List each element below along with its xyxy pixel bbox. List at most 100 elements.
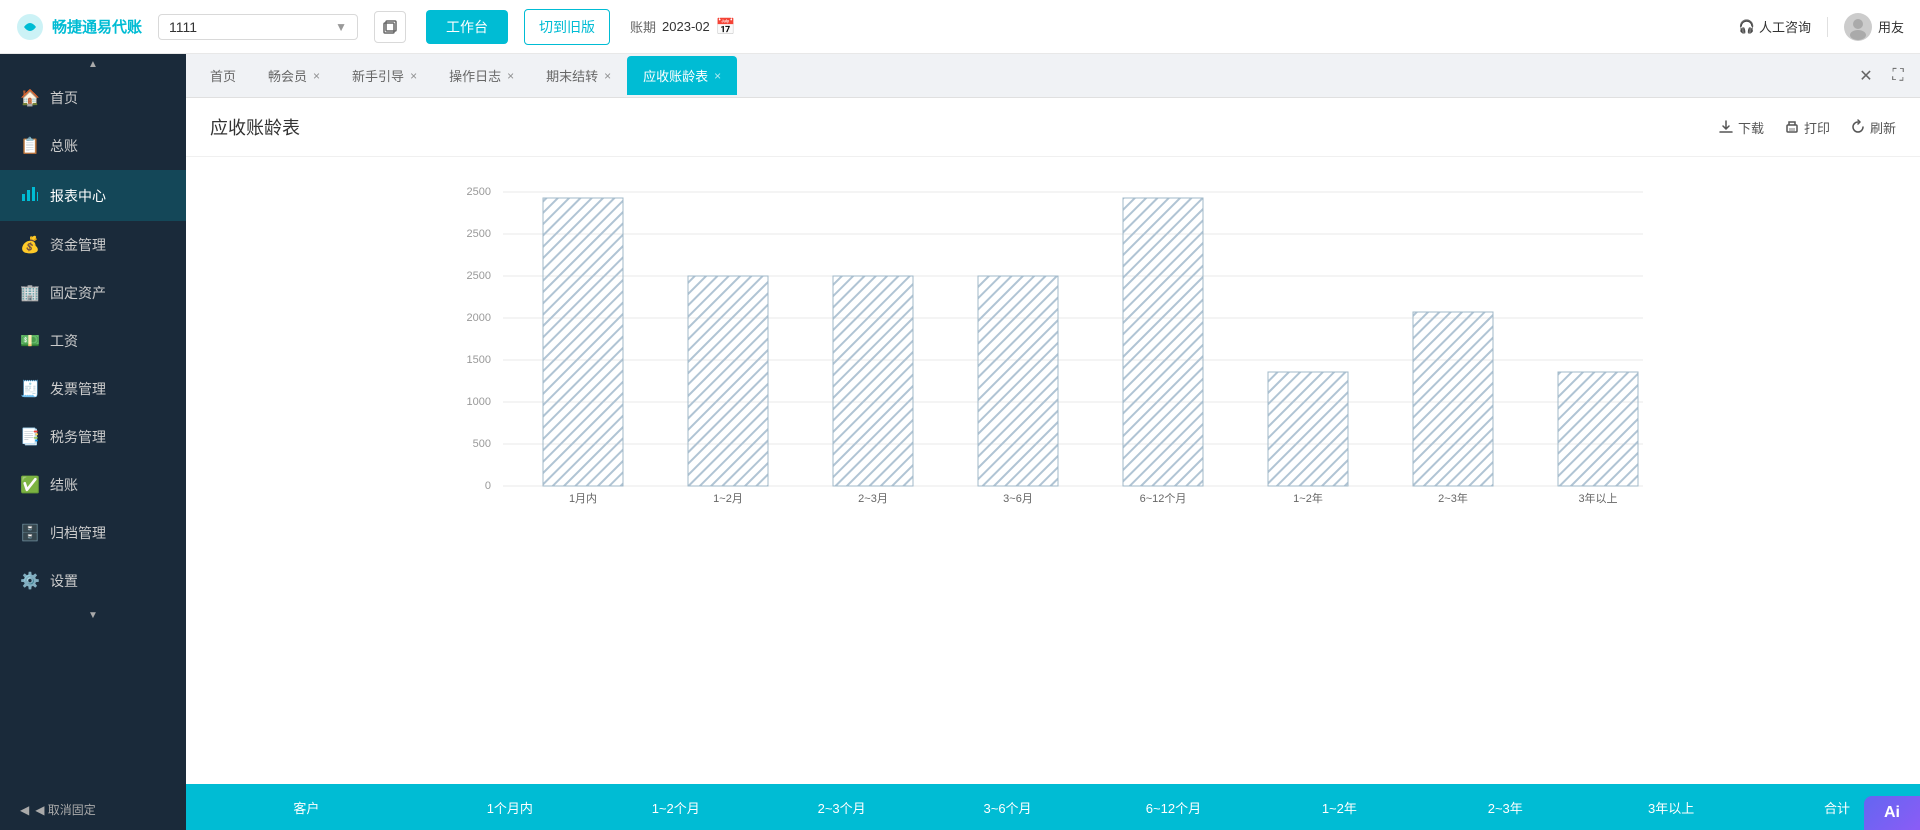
tab-member[interactable]: 畅会员 × — [252, 56, 336, 95]
th-2-3month: 2~3个月 — [759, 786, 925, 829]
th-3year-plus: 3年以上 — [1588, 786, 1754, 829]
avatar — [1844, 13, 1872, 41]
sidebar-label-archive: 归档管理 — [50, 523, 106, 543]
headset-icon: 🎧 — [1739, 19, 1755, 35]
print-icon — [1784, 119, 1800, 135]
logo[interactable]: 畅捷通易代账 — [16, 13, 142, 41]
th-3-6month: 3~6个月 — [925, 786, 1091, 829]
logo-icon — [16, 13, 44, 41]
th-1month: 1个月内 — [427, 786, 593, 829]
tab-period[interactable]: 期末结转 × — [530, 56, 627, 95]
sidebar-label-close: 结账 — [50, 475, 78, 495]
sidebar-label-invoice: 发票管理 — [50, 379, 106, 399]
sidebar-scroll-down[interactable]: ▼ — [0, 605, 186, 625]
app-title: 畅捷通易代账 — [52, 16, 142, 37]
content-area: 首页 畅会员 × 新手引导 × 操作日志 × 期末结转 × 应收账龄表 × — [186, 54, 1920, 830]
user-info[interactable]: 用友 — [1844, 13, 1904, 41]
svg-text:1~2年: 1~2年 — [1293, 491, 1323, 505]
tabs-actions: ✕ ⛶ — [1852, 62, 1912, 90]
refresh-button[interactable]: 刷新 — [1850, 118, 1896, 137]
tabs-bar: 首页 畅会员 × 新手引导 × 操作日志 × 期末结转 × 应收账龄表 × — [186, 54, 1920, 98]
period-label: 账期 — [630, 17, 656, 36]
tab-aging-close[interactable]: × — [714, 69, 721, 83]
tab-period-close[interactable]: × — [604, 69, 611, 83]
company-selector[interactable]: 1111 ▼ — [158, 14, 358, 40]
close-all-button[interactable]: ✕ — [1852, 62, 1880, 90]
sidebar-scroll-up[interactable]: ▲ — [0, 54, 186, 74]
tab-guide-close[interactable]: × — [410, 69, 417, 83]
download-button[interactable]: 下载 — [1718, 118, 1764, 137]
calendar-icon[interactable]: 📅 — [716, 17, 736, 37]
sidebar-item-finance[interactable]: 💰 资金管理 — [0, 221, 186, 269]
sidebar-item-assets[interactable]: 🏢 固定资产 — [0, 269, 186, 317]
sidebar-footer[interactable]: ◀︎ ◀︎ 取消固定 — [0, 789, 186, 830]
refresh-icon — [1850, 119, 1866, 135]
sidebar-label-tax: 税务管理 — [50, 427, 106, 447]
sidebar-label-finance: 资金管理 — [50, 235, 106, 255]
sidebar-item-home[interactable]: 🏠 首页 — [0, 74, 186, 122]
page-header: 应收账龄表 下载 — [186, 98, 1920, 157]
refresh-label: 刷新 — [1870, 118, 1896, 137]
chart-container: 2500 2500 2500 2000 1500 1000 500 0 — [186, 157, 1920, 784]
page-actions: 下载 打印 — [1718, 118, 1896, 137]
maximize-button[interactable]: ⛶ — [1884, 62, 1912, 90]
svg-text:2~3年: 2~3年 — [1438, 491, 1468, 505]
sidebar-item-archive[interactable]: 🗄️ 归档管理 — [0, 509, 186, 557]
tab-log[interactable]: 操作日志 × — [433, 56, 530, 95]
consult-label: 人工咨询 — [1759, 17, 1811, 36]
sidebar-item-salary[interactable]: 💵 工资 — [0, 317, 186, 365]
svg-text:2500: 2500 — [467, 270, 491, 282]
svg-text:3年以上: 3年以上 — [1578, 491, 1617, 505]
svg-text:2000: 2000 — [467, 312, 491, 324]
username: 用友 — [1878, 17, 1904, 36]
sidebar-item-ledger[interactable]: 📋 总账 — [0, 122, 186, 170]
tab-member-label: 畅会员 — [268, 66, 307, 85]
tab-home[interactable]: 首页 — [194, 56, 252, 95]
copy-button[interactable] — [374, 11, 406, 43]
sidebar-item-close[interactable]: ✅ 结账 — [0, 461, 186, 509]
sidebar: ▲ 🏠 首页 📋 总账 报表中心 💰 资金管理 🏢 固定资产 💵 工资 — [0, 54, 186, 830]
tab-member-close[interactable]: × — [313, 69, 320, 83]
chevron-down-icon: ▼ — [335, 20, 347, 34]
pin-icon: ◀︎ — [20, 803, 29, 817]
switch-button[interactable]: 切到旧版 — [524, 9, 610, 45]
period-value: 2023-02 — [662, 19, 710, 34]
finance-icon: 💰 — [20, 235, 40, 255]
print-button[interactable]: 打印 — [1784, 118, 1830, 137]
tab-guide[interactable]: 新手引导 × — [336, 56, 433, 95]
sidebar-label-home: 首页 — [50, 88, 78, 108]
download-label: 下载 — [1738, 118, 1764, 137]
print-label: 打印 — [1804, 118, 1830, 137]
ai-badge[interactable]: Ai — [1864, 796, 1920, 830]
th-2-3year: 2~3年 — [1422, 786, 1588, 829]
consult-button[interactable]: 🎧 人工咨询 — [1739, 17, 1811, 36]
tab-home-label: 首页 — [210, 66, 236, 85]
workbench-button[interactable]: 工作台 — [426, 10, 508, 44]
sidebar-label-assets: 固定资产 — [50, 283, 106, 303]
sidebar-item-tax[interactable]: 📑 税务管理 — [0, 413, 186, 461]
home-icon: 🏠 — [20, 88, 40, 108]
report-icon — [20, 184, 40, 207]
sidebar-label-ledger: 总账 — [50, 136, 78, 156]
sidebar-item-report[interactable]: 报表中心 — [0, 170, 186, 221]
svg-text:1月内: 1月内 — [569, 491, 597, 505]
th-customer: 客户 — [186, 786, 427, 829]
sidebar-label-salary: 工资 — [50, 331, 78, 351]
svg-text:2500: 2500 — [467, 186, 491, 198]
sidebar-item-settings[interactable]: ⚙️ 设置 — [0, 557, 186, 605]
svg-text:1000: 1000 — [467, 396, 491, 408]
company-name: 1111 — [169, 19, 329, 35]
table-header: 客户 1个月内 1~2个月 2~3个月 3~6个月 6~12个月 1~2年 2~… — [186, 784, 1920, 830]
th-1-2month: 1~2个月 — [593, 786, 759, 829]
main-layout: ▲ 🏠 首页 📋 总账 报表中心 💰 资金管理 🏢 固定资产 💵 工资 — [0, 54, 1920, 830]
page-title: 应收账龄表 — [210, 114, 300, 140]
sidebar-item-invoice[interactable]: 🧾 发票管理 — [0, 365, 186, 413]
download-icon — [1718, 119, 1734, 135]
tax-icon: 📑 — [20, 427, 40, 447]
th-1-2year: 1~2年 — [1256, 786, 1422, 829]
sidebar-label-report: 报表中心 — [50, 186, 106, 206]
tab-aging[interactable]: 应收账龄表 × — [627, 56, 737, 95]
ledger-icon: 📋 — [20, 136, 40, 156]
tab-log-close[interactable]: × — [507, 69, 514, 83]
sidebar-label-settings: 设置 — [50, 571, 78, 591]
